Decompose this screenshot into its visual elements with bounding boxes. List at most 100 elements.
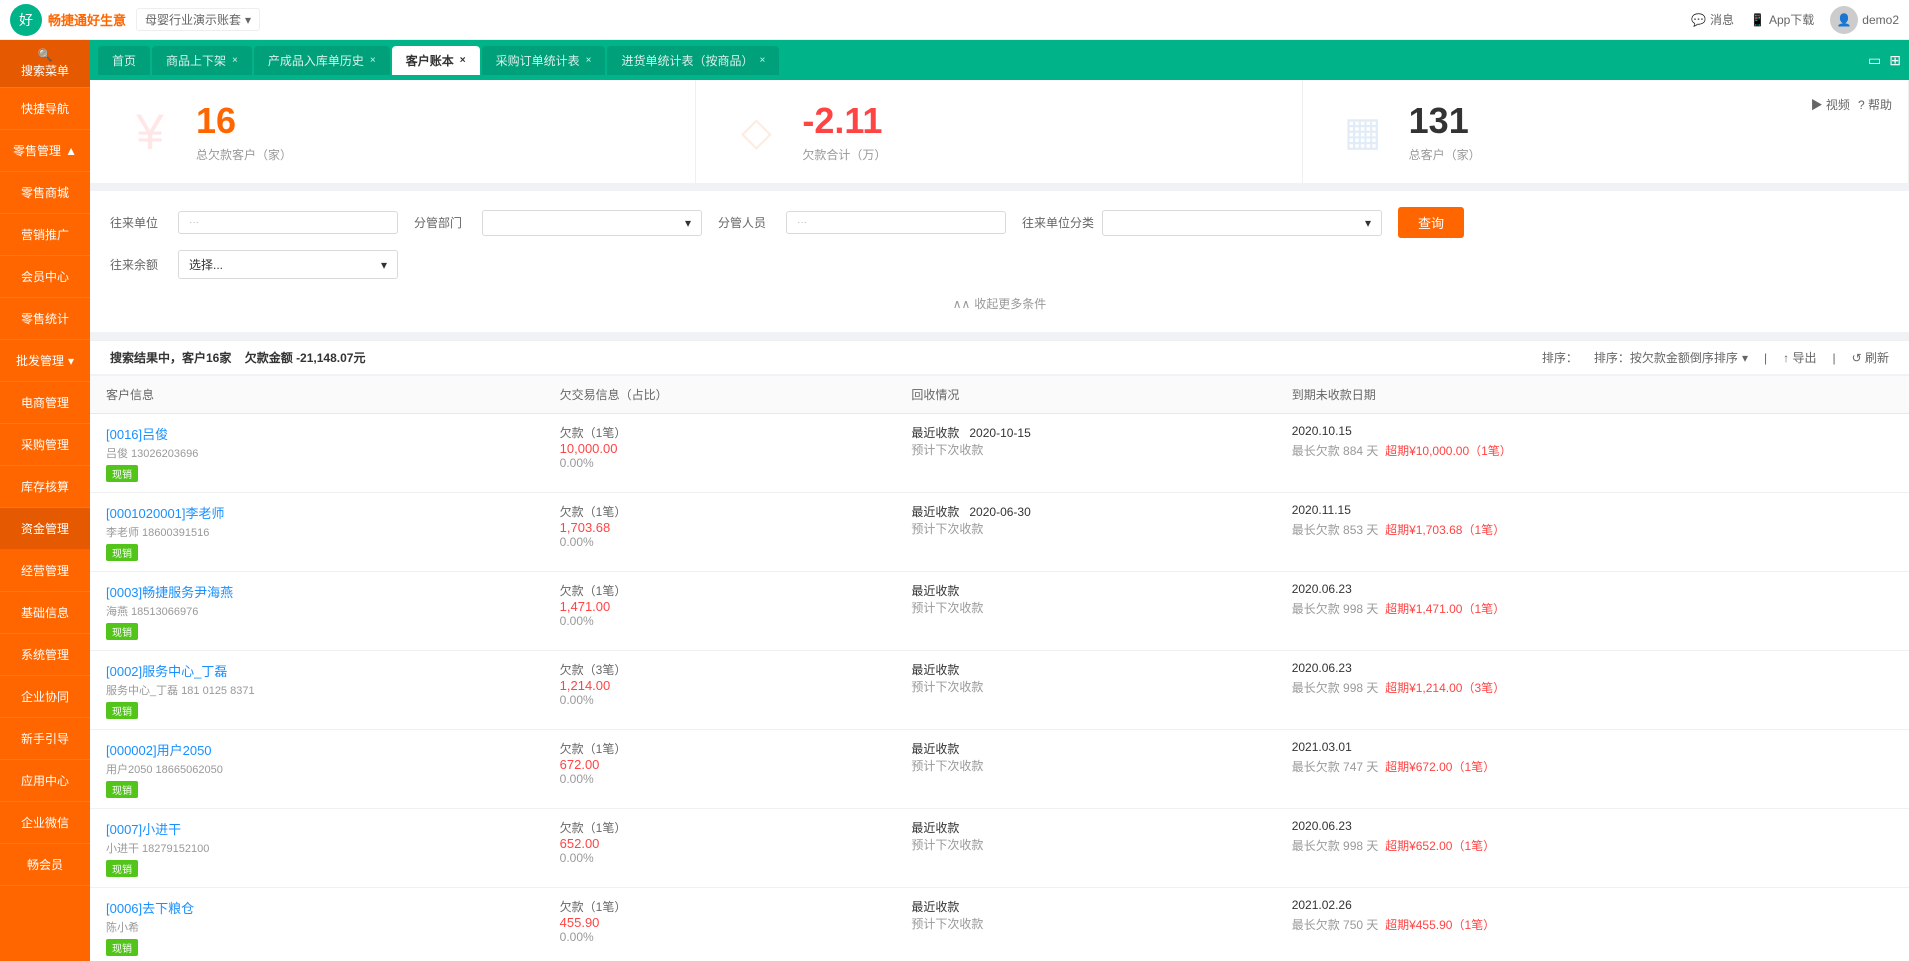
- recovery-cell: 最近收款 预计下次收款: [895, 888, 1275, 961]
- overdue-amount-link[interactable]: 超期¥652.00（1笔）: [1385, 839, 1495, 853]
- message-button[interactable]: 💬 消息: [1691, 11, 1734, 28]
- sidebar-item-apps[interactable]: 应用中心: [0, 760, 90, 802]
- sidebar-item-retail-mall[interactable]: 零售商城: [0, 172, 90, 214]
- sidebar-item-retail-stats[interactable]: 零售统计: [0, 298, 90, 340]
- result-info: 搜索结果中，客户16家 欠款金额 -21,148.07元: [110, 349, 365, 366]
- sidebar-item-newbie[interactable]: 新手引导: [0, 718, 90, 760]
- chevron-icon: ▾: [68, 354, 74, 368]
- refresh-button[interactable]: ↺ 刷新: [1852, 349, 1889, 366]
- person-input[interactable]: ···: [786, 211, 1006, 234]
- sidebar-item-finance[interactable]: 资金管理: [0, 508, 90, 550]
- export-button[interactable]: ↑ 导出: [1783, 349, 1816, 366]
- customer-name-link[interactable]: [0007]小进干: [106, 819, 528, 838]
- refresh-icon: ↺: [1852, 351, 1862, 365]
- sidebar-item-wechat[interactable]: 企业微信: [0, 802, 90, 844]
- tab-customer-ledger[interactable]: 客户账本 ×: [392, 46, 480, 75]
- unit-input[interactable]: ···: [178, 211, 398, 234]
- sidebar-item-purchase[interactable]: 采购管理: [0, 424, 90, 466]
- debt-percent: 0.00%: [560, 456, 880, 470]
- customer-name-link[interactable]: [0002]服务中心_丁磊: [106, 661, 528, 680]
- overdue-amount-link[interactable]: 超期¥10,000.00（1笔）: [1385, 444, 1512, 458]
- customer-name-link[interactable]: [000002]用户2050: [106, 740, 528, 759]
- tab-product-listing[interactable]: 商品上下架 ×: [152, 46, 252, 75]
- customer-meta: 小进干 18279152100: [106, 840, 528, 856]
- balance-select[interactable]: 选择... ▾: [178, 250, 398, 279]
- stat-card-total-customers: ▦ 131 总客户（家） ▶ 视频 ? 帮助: [1303, 80, 1909, 183]
- customer-tag: 现销: [106, 544, 138, 561]
- overdue-days: 最长欠款 750 天: [1292, 918, 1382, 932]
- sort-button[interactable]: 排序：按欠款金额倒序排序 ▾: [1594, 349, 1748, 366]
- sidebar-item-member[interactable]: 会员中心: [0, 256, 90, 298]
- customer-name-link[interactable]: [0016]吕俊: [106, 424, 528, 443]
- due-date: 2020.06.23: [1292, 582, 1893, 596]
- overdue-days: 最长欠款 998 天: [1292, 681, 1382, 695]
- chevron-down-icon: ▾: [1365, 216, 1371, 230]
- sidebar-item-system[interactable]: 系统管理: [0, 634, 90, 676]
- overdue-amount-link[interactable]: 超期¥1,703.68（1笔）: [1385, 523, 1505, 537]
- debt-amount: 1,214.00: [560, 678, 880, 693]
- close-icon[interactable]: ×: [370, 55, 376, 66]
- recovery-cell: 最近收款 预计下次收款: [895, 572, 1275, 651]
- sidebar-item-member-plus[interactable]: 畅会员: [0, 844, 90, 886]
- main-layout: 🔍 搜索菜单 快捷导航 零售管理 ▲ 零售商城 营销推广 会员中心 零售统计: [0, 40, 1909, 961]
- sidebar-item-inventory[interactable]: 库存核算: [0, 466, 90, 508]
- customer-tag: 现销: [106, 939, 138, 956]
- tab-finished-goods[interactable]: 产成品入库单历史 ×: [254, 46, 390, 75]
- filter-row-2: 往来余额 选择... ▾: [110, 250, 1889, 279]
- due-date: 2020.10.15: [1292, 424, 1893, 438]
- sidebar-item-wholesale[interactable]: 批发管理 ▾: [0, 340, 90, 382]
- overdue-amount-link[interactable]: 超期¥672.00（1笔）: [1385, 760, 1495, 774]
- customer-name-link[interactable]: [0001020001]李老师: [106, 503, 528, 522]
- debt-amount: 10,000.00: [560, 441, 880, 456]
- sidebar-item-enterprise[interactable]: 企业协同: [0, 676, 90, 718]
- help-button[interactable]: ? 帮助: [1858, 96, 1892, 113]
- sidebar-item-operations[interactable]: 经营管理: [0, 550, 90, 592]
- close-icon[interactable]: ×: [460, 55, 466, 66]
- due-date-cell: 2021.03.01 最长欠款 747 天 超期¥672.00（1笔）: [1276, 730, 1909, 809]
- org-selector[interactable]: 母婴行业演示账套 ▾: [136, 8, 260, 31]
- close-icon[interactable]: ×: [759, 55, 765, 66]
- unit-category-select[interactable]: ▾: [1102, 210, 1382, 236]
- tab-inbound-stats[interactable]: 进货单统计表（按商品） ×: [607, 46, 779, 75]
- sidebar-item-ecommerce[interactable]: 电商管理: [0, 382, 90, 424]
- customer-meta: 李老师 18600391516: [106, 524, 528, 540]
- video-button[interactable]: ▶ 视频: [1811, 96, 1850, 113]
- filter-person: 分管人员 ···: [718, 211, 1006, 234]
- customer-meta: 吕俊 13026203696: [106, 445, 528, 461]
- search-button[interactable]: 查询: [1398, 207, 1464, 238]
- customer-name-link[interactable]: [0006]去下粮仓: [106, 898, 528, 917]
- sidebar-item-quick-nav[interactable]: 快捷导航: [0, 88, 90, 130]
- overdue-amount-link[interactable]: 超期¥455.90（1笔）: [1385, 918, 1495, 932]
- overdue-amount-link[interactable]: 超期¥1,214.00（3笔）: [1385, 681, 1505, 695]
- debt-customers-number: 16: [196, 100, 292, 142]
- maximize-icon[interactable]: ⊞: [1889, 52, 1901, 69]
- table-row: [000002]用户2050 用户2050 18665062050 现销 欠款（…: [90, 730, 1909, 809]
- debt-cell: 欠款（1笔） 1,703.68 0.00%: [544, 493, 896, 572]
- minimize-icon[interactable]: ▭: [1868, 52, 1881, 69]
- debt-percent: 0.00%: [560, 772, 880, 786]
- search-menu-button[interactable]: 🔍 搜索菜单: [0, 40, 90, 88]
- close-icon[interactable]: ×: [232, 55, 238, 66]
- tab-home[interactable]: 首页: [98, 46, 150, 75]
- app-download-button[interactable]: 📱 App下载: [1750, 11, 1814, 28]
- collapse-button[interactable]: ∧∧ 收起更多条件: [953, 295, 1047, 312]
- quick-nav-label: 快捷导航: [8, 100, 82, 117]
- customer-cell: [0001020001]李老师 李老师 18600391516 现销: [90, 493, 544, 572]
- dept-select[interactable]: ▾: [482, 210, 702, 236]
- debt-amount: 672.00: [560, 757, 880, 772]
- message-icon: 💬: [1691, 13, 1706, 27]
- customer-name-link[interactable]: [0003]畅捷服务尹海燕: [106, 582, 528, 601]
- close-icon[interactable]: ×: [586, 55, 592, 66]
- filter-area: 往来单位 ··· 分管部门 ▾: [90, 191, 1909, 332]
- overdue-amount-link[interactable]: 超期¥1,471.00（1笔）: [1385, 602, 1505, 616]
- sidebar-item-marketing[interactable]: 营销推广: [0, 214, 90, 256]
- user-avatar[interactable]: 👤 demo2: [1830, 6, 1899, 34]
- due-date-cell: 2020.06.23 最长欠款 998 天 超期¥1,214.00（3笔）: [1276, 651, 1909, 730]
- avatar-icon: 👤: [1830, 6, 1858, 34]
- customer-cell: [000002]用户2050 用户2050 18665062050 现销: [90, 730, 544, 809]
- sidebar-item-retail-mgmt[interactable]: 零售管理 ▲: [0, 130, 90, 172]
- tab-purchase-stats[interactable]: 采购订单统计表 ×: [482, 46, 606, 75]
- due-date: 2020.06.23: [1292, 819, 1893, 833]
- sidebar-item-basic-info[interactable]: 基础信息: [0, 592, 90, 634]
- due-date: 2021.03.01: [1292, 740, 1893, 754]
